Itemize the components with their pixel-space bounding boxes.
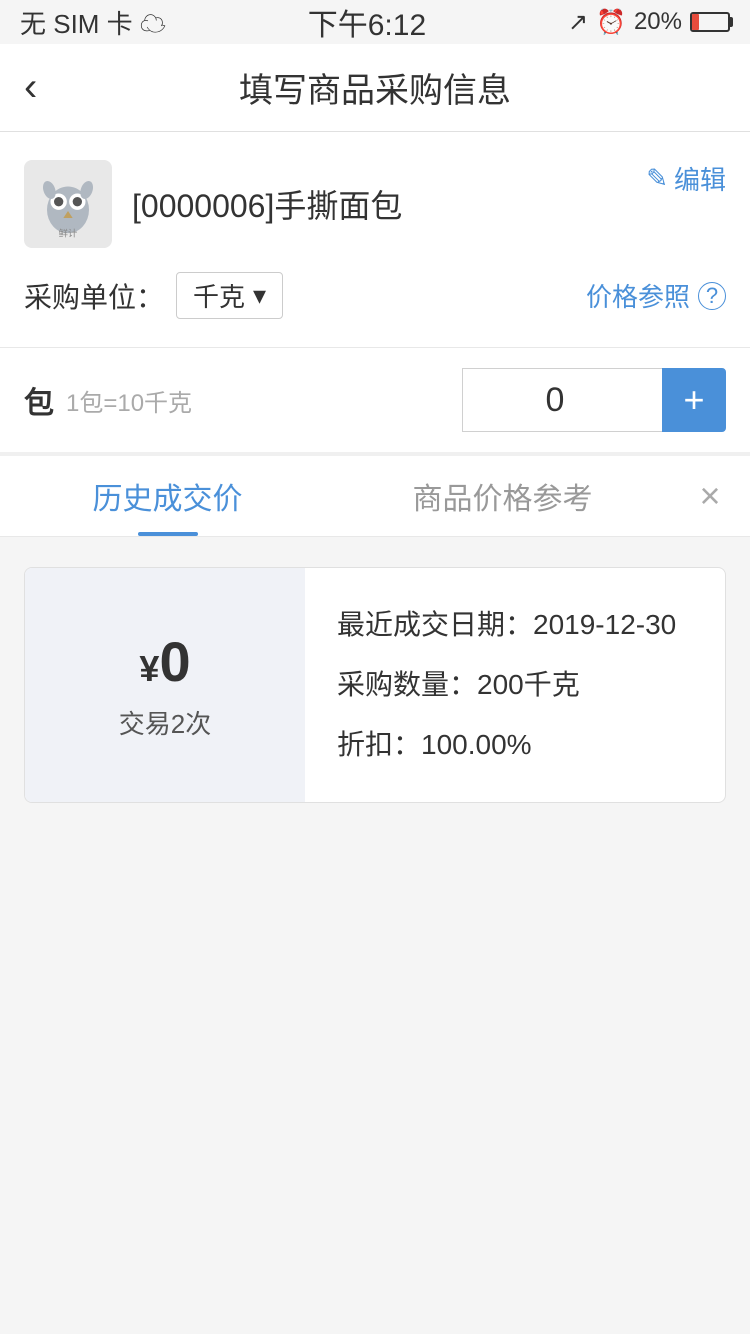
qty-detail-value: 200千克 (477, 669, 580, 700)
price-ref-button[interactable]: 价格参照 ? (586, 277, 726, 314)
price-ref-label: 价格参照 (586, 277, 690, 314)
unit-value: 千克 (193, 277, 245, 314)
product-bottom: 采购单位： 千克 ▾ 价格参照 ? (24, 272, 726, 319)
unit-selector[interactable]: 千克 ▾ (176, 272, 283, 319)
status-left: 无 SIM 卡 ☁ (20, 4, 166, 41)
content-area: ¥0 交易2次 最近成交日期：2019-12-30 采购数量：200千克 折扣：… (0, 537, 750, 833)
sim-status: 无 SIM 卡 ☁ (20, 4, 166, 41)
svg-text:鲜计: 鲜计 (59, 228, 78, 239)
qty-input-wrap: + (462, 368, 726, 432)
alarm-icon: ⏰ (596, 8, 626, 37)
product-card: 鲜计 [0000006]手撕面包 ✎ 编辑 采购单位： 千克 ▾ 价格参照 ? (0, 132, 750, 347)
status-bar: 无 SIM 卡 ☁ 下午6:12 ↗ ⏰ 20% (0, 0, 750, 44)
history-discount-row: 折扣：100.00% (337, 724, 693, 766)
unit-label: 采购单位： (24, 276, 164, 316)
product-left: 鲜计 [0000006]手撕面包 (24, 160, 402, 248)
history-qty-row: 采购数量：200千克 (337, 664, 693, 706)
battery-icon (690, 12, 730, 32)
edit-label: 编辑 (674, 160, 726, 197)
tabs-bar: 历史成交价 商品价格参考 × (0, 452, 750, 537)
qty-input[interactable] (462, 368, 662, 432)
price-value: 0 (159, 630, 190, 693)
tab-history[interactable]: 历史成交价 (0, 456, 335, 536)
status-right: ↗ ⏰ 20% (568, 8, 730, 37)
price-symbol: ¥ (139, 648, 159, 689)
history-trade-count: 交易2次 (119, 704, 211, 741)
qty-plus-button[interactable]: + (662, 368, 726, 432)
quantity-row: 包 1包=10千克 + (0, 347, 750, 452)
qty-unit-main: 包 (24, 378, 54, 422)
product-thumbnail: 鲜计 (24, 160, 112, 248)
product-name: [0000006]手撕面包 (132, 181, 402, 227)
tab-history-label: 历史成交价 (93, 474, 243, 518)
qty-label: 包 1包=10千克 (24, 378, 192, 422)
tab-price-ref-label: 商品价格参考 (413, 474, 593, 518)
owl-icon: 鲜计 (33, 169, 103, 239)
tab-price-ref[interactable]: 商品价格参考 (335, 456, 670, 536)
date-value: 2019-12-30 (533, 609, 676, 640)
unit-row: 采购单位： 千克 ▾ (24, 272, 283, 319)
edit-icon: ✎ (646, 163, 668, 194)
history-price: ¥0 (139, 629, 190, 694)
history-right: 最近成交日期：2019-12-30 采购数量：200千克 折扣：100.00% (305, 568, 725, 802)
back-button[interactable]: ‹ (24, 65, 37, 110)
history-left: ¥0 交易2次 (25, 568, 305, 802)
status-time: 下午6:12 (308, 0, 426, 44)
battery-percent: 20% (634, 8, 682, 36)
discount-label: 折扣： (337, 729, 421, 760)
battery-fill (692, 14, 699, 30)
page-title: 填写商品采购信息 (239, 63, 511, 112)
product-top: 鲜计 [0000006]手撕面包 ✎ 编辑 (24, 160, 726, 248)
location-icon: ↗ (568, 8, 588, 37)
qty-detail-label: 采购数量： (337, 669, 477, 700)
dropdown-icon: ▾ (253, 280, 266, 311)
tab-close-button[interactable]: × (670, 456, 750, 536)
edit-button[interactable]: ✎ 编辑 (646, 160, 726, 197)
help-icon: ? (698, 282, 726, 310)
qty-unit-conversion: 1包=10千克 (66, 383, 192, 418)
history-date-row: 最近成交日期：2019-12-30 (337, 604, 693, 646)
date-label: 最近成交日期： (337, 609, 533, 640)
nav-bar: ‹ 填写商品采购信息 (0, 44, 750, 132)
discount-value: 100.00% (421, 729, 532, 760)
history-card: ¥0 交易2次 最近成交日期：2019-12-30 采购数量：200千克 折扣：… (24, 567, 726, 803)
